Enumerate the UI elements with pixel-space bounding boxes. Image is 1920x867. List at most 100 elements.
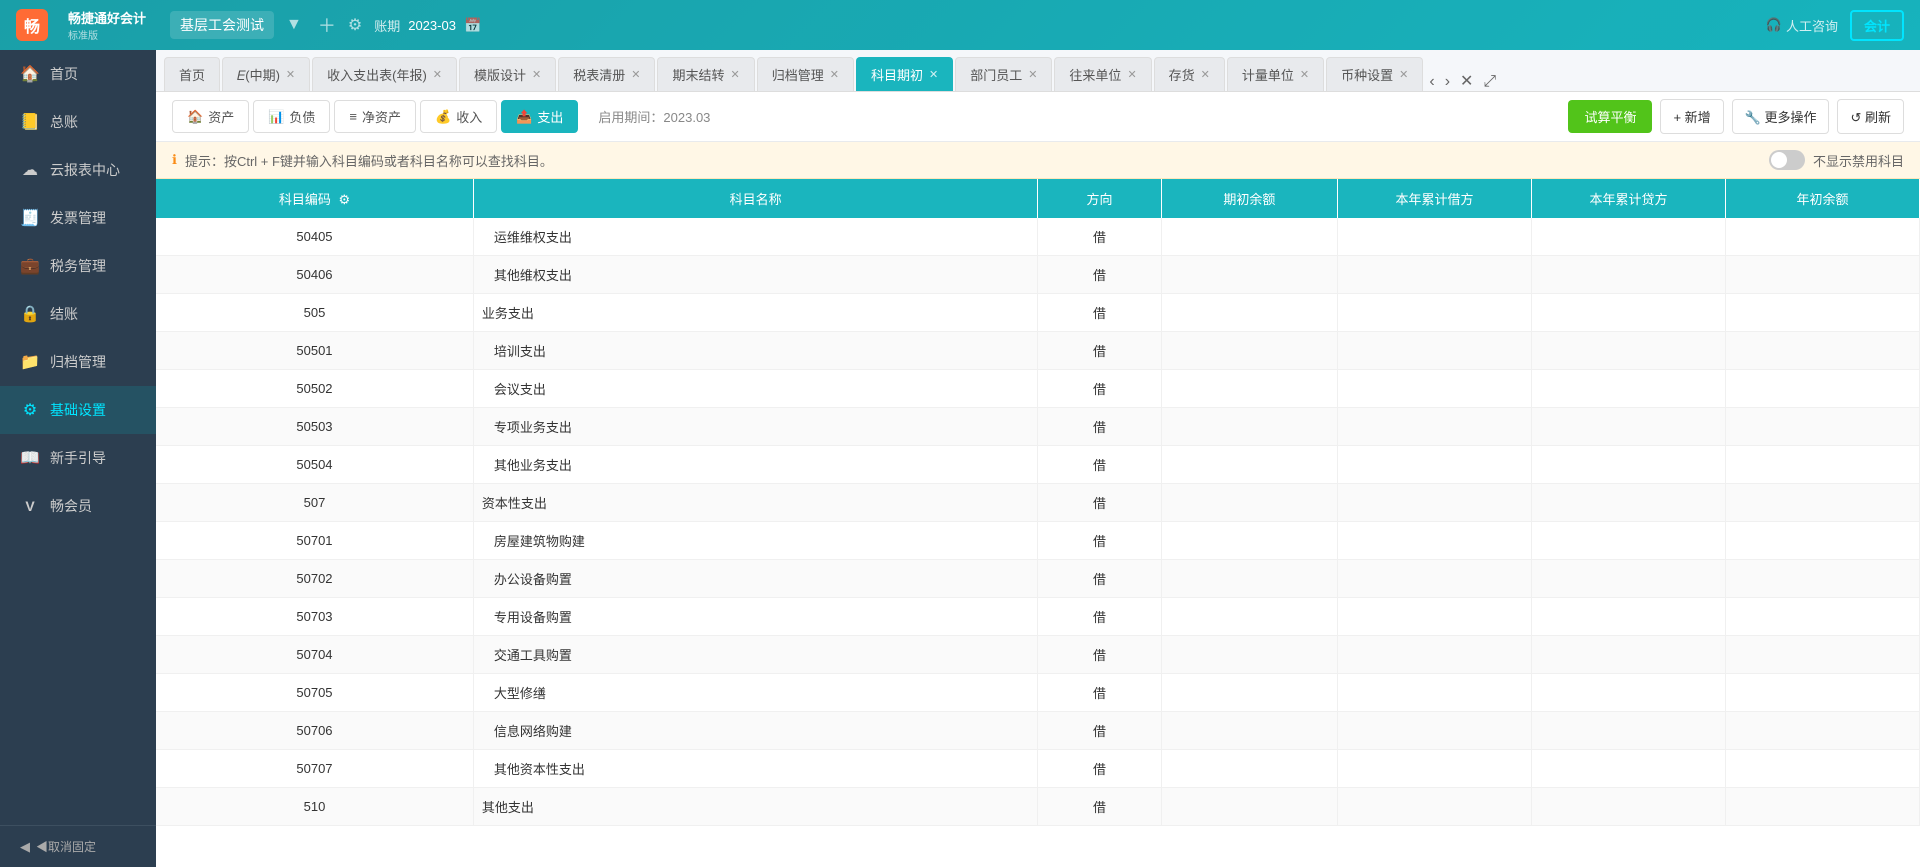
- tab-department[interactable]: 部门员工 ✕: [955, 57, 1052, 91]
- table-row[interactable]: 510 其他支出 借: [156, 788, 1920, 826]
- add-item-btn[interactable]: + 新增: [1660, 99, 1723, 134]
- gear-icon: ⚙: [20, 400, 40, 420]
- sidebar-collapse-btn[interactable]: ◀ ◀取消固定: [0, 825, 156, 867]
- add-company-icon[interactable]: ＋: [318, 12, 336, 38]
- sidebar-item-invoice[interactable]: 🧾 发票管理: [0, 194, 156, 242]
- settings-icon[interactable]: ⚙: [348, 15, 362, 35]
- table-row[interactable]: 50705 大型修缮 借: [156, 674, 1920, 712]
- cell-period-balance[interactable]: [1161, 332, 1337, 370]
- tab-period-close[interactable]: 期末结转 ✕: [657, 57, 754, 91]
- sidebar-item-ledger[interactable]: 📒 总账: [0, 98, 156, 146]
- tab-mid-report[interactable]: 𝐸(中期) ✕: [222, 57, 310, 91]
- tab-year-report[interactable]: 收入支出表(年报) ✕: [312, 57, 457, 91]
- tab-currency-close[interactable]: ✕: [1399, 68, 1408, 81]
- tab-expand-btn[interactable]: ⤢: [1479, 73, 1500, 91]
- cell-period-balance[interactable]: [1161, 712, 1337, 750]
- tab-archive-mgmt[interactable]: 归档管理 ✕: [757, 57, 854, 91]
- tab-subject-init[interactable]: 科目期初 ✕: [856, 57, 953, 91]
- cell-period-balance[interactable]: [1161, 408, 1337, 446]
- sidebar-item-archive[interactable]: 📁 归档管理: [0, 338, 156, 386]
- tab-measure-close[interactable]: ✕: [1300, 68, 1309, 81]
- tab-period-close-close[interactable]: ✕: [731, 68, 740, 81]
- more-actions-btn[interactable]: 🔧 更多操作: [1732, 99, 1830, 134]
- tab-template[interactable]: 模版设计 ✕: [459, 57, 556, 91]
- cell-year-balance: [1725, 750, 1919, 788]
- help-button[interactable]: 🎧 人工咨询: [1766, 16, 1838, 35]
- table-row[interactable]: 50501 培训支出 借: [156, 332, 1920, 370]
- tab-next-btn[interactable]: ›: [1441, 73, 1454, 91]
- cell-period-balance[interactable]: [1161, 598, 1337, 636]
- sidebar-item-guide[interactable]: 📖 新手引导: [0, 434, 156, 482]
- table-row[interactable]: 50706 信息网络购建 借: [156, 712, 1920, 750]
- table-row[interactable]: 507 资本性支出 借: [156, 484, 1920, 522]
- tab-tax-list[interactable]: 税表清册 ✕: [558, 57, 655, 91]
- tab-prev-btn[interactable]: ‹: [1425, 73, 1438, 91]
- cell-period-balance[interactable]: [1161, 560, 1337, 598]
- cell-period-balance[interactable]: [1161, 218, 1337, 256]
- sidebar-item-tax[interactable]: 💼 税务管理: [0, 242, 156, 290]
- refresh-btn[interactable]: ↺ 刷新: [1837, 99, 1904, 134]
- table-row[interactable]: 50504 其他业务支出 借: [156, 446, 1920, 484]
- tab-subject-init-close[interactable]: ✕: [929, 68, 938, 81]
- tab-tax-list-close[interactable]: ✕: [631, 68, 640, 81]
- table-row[interactable]: 505 业务支出 借: [156, 294, 1920, 332]
- sidebar-item-close[interactable]: 🔒 结账: [0, 290, 156, 338]
- disable-toggle[interactable]: [1769, 150, 1805, 170]
- tab-year-report-close[interactable]: ✕: [433, 68, 442, 81]
- tab-home-label: 首页: [179, 65, 205, 84]
- table-row[interactable]: 50405 运维维权支出 借: [156, 218, 1920, 256]
- table-row[interactable]: 50502 会议支出 借: [156, 370, 1920, 408]
- cell-period-balance[interactable]: [1161, 788, 1337, 826]
- table-row[interactable]: 50707 其他资本性支出 借: [156, 750, 1920, 788]
- tab-partners-close[interactable]: ✕: [1127, 68, 1136, 81]
- cell-name: 房屋建筑物购建: [473, 522, 1037, 560]
- cell-year-debit: [1338, 294, 1532, 332]
- cell-period-balance[interactable]: [1161, 294, 1337, 332]
- filter-liability-label: 负债: [289, 107, 315, 126]
- calendar-icon[interactable]: 📅: [464, 17, 481, 34]
- table-row[interactable]: 50503 专项业务支出 借: [156, 408, 1920, 446]
- tab-department-close[interactable]: ✕: [1028, 68, 1037, 81]
- filter-liability-btn[interactable]: 📊 负债: [253, 100, 330, 133]
- tab-department-label: 部门员工: [970, 65, 1022, 84]
- tab-close-all-btn[interactable]: ✕: [1456, 71, 1477, 91]
- tab-measure[interactable]: 计量单位 ✕: [1227, 57, 1324, 91]
- sidebar-item-home[interactable]: 🏠 首页: [0, 50, 156, 98]
- sidebar-item-member[interactable]: V 畅会员: [0, 482, 156, 530]
- tab-template-close[interactable]: ✕: [532, 68, 541, 81]
- col-settings-icon[interactable]: ⚙: [338, 192, 350, 207]
- company-selector[interactable]: 基层工会测试: [170, 11, 274, 39]
- cell-period-balance[interactable]: [1161, 750, 1337, 788]
- table-row[interactable]: 50704 交通工具购置 借: [156, 636, 1920, 674]
- filter-expense-btn[interactable]: 📤 支出: [501, 100, 578, 133]
- table-row[interactable]: 50702 办公设备购置 借: [156, 560, 1920, 598]
- table-row[interactable]: 50406 其他维权支出 借: [156, 256, 1920, 294]
- cell-period-balance[interactable]: [1161, 446, 1337, 484]
- table-row[interactable]: 50703 专用设备购置 借: [156, 598, 1920, 636]
- tab-partners[interactable]: 往来单位 ✕: [1054, 57, 1151, 91]
- cell-year-debit: [1338, 256, 1532, 294]
- company-dropdown-icon[interactable]: ▼: [286, 16, 302, 34]
- asset-icon: 🏠: [187, 109, 203, 125]
- tab-inventory[interactable]: 存货 ✕: [1154, 57, 1225, 91]
- cell-period-balance[interactable]: [1161, 636, 1337, 674]
- calc-balance-btn[interactable]: 试算平衡: [1568, 100, 1652, 133]
- sidebar-item-reports[interactable]: ☁ 云报表中心: [0, 146, 156, 194]
- table-row[interactable]: 50701 房屋建筑物购建 借: [156, 522, 1920, 560]
- filter-asset-btn[interactable]: 🏠 资产: [172, 100, 249, 133]
- tab-mid-report-close[interactable]: ✕: [286, 68, 295, 81]
- cell-code: 50501: [156, 332, 473, 370]
- tab-archive-mgmt-close[interactable]: ✕: [830, 68, 839, 81]
- cell-period-balance[interactable]: [1161, 484, 1337, 522]
- account-button[interactable]: 会计: [1850, 10, 1904, 41]
- sidebar-item-settings[interactable]: ⚙ 基础设置: [0, 386, 156, 434]
- cell-period-balance[interactable]: [1161, 522, 1337, 560]
- tab-currency[interactable]: 币种设置 ✕: [1326, 57, 1423, 91]
- cell-period-balance[interactable]: [1161, 674, 1337, 712]
- tab-home[interactable]: 首页: [164, 57, 220, 91]
- cell-period-balance[interactable]: [1161, 256, 1337, 294]
- cell-period-balance[interactable]: [1161, 370, 1337, 408]
- tab-inventory-close[interactable]: ✕: [1201, 68, 1210, 81]
- filter-income-btn[interactable]: 💰 收入: [420, 100, 497, 133]
- filter-netasset-btn[interactable]: ≡ 净资产: [334, 100, 416, 133]
